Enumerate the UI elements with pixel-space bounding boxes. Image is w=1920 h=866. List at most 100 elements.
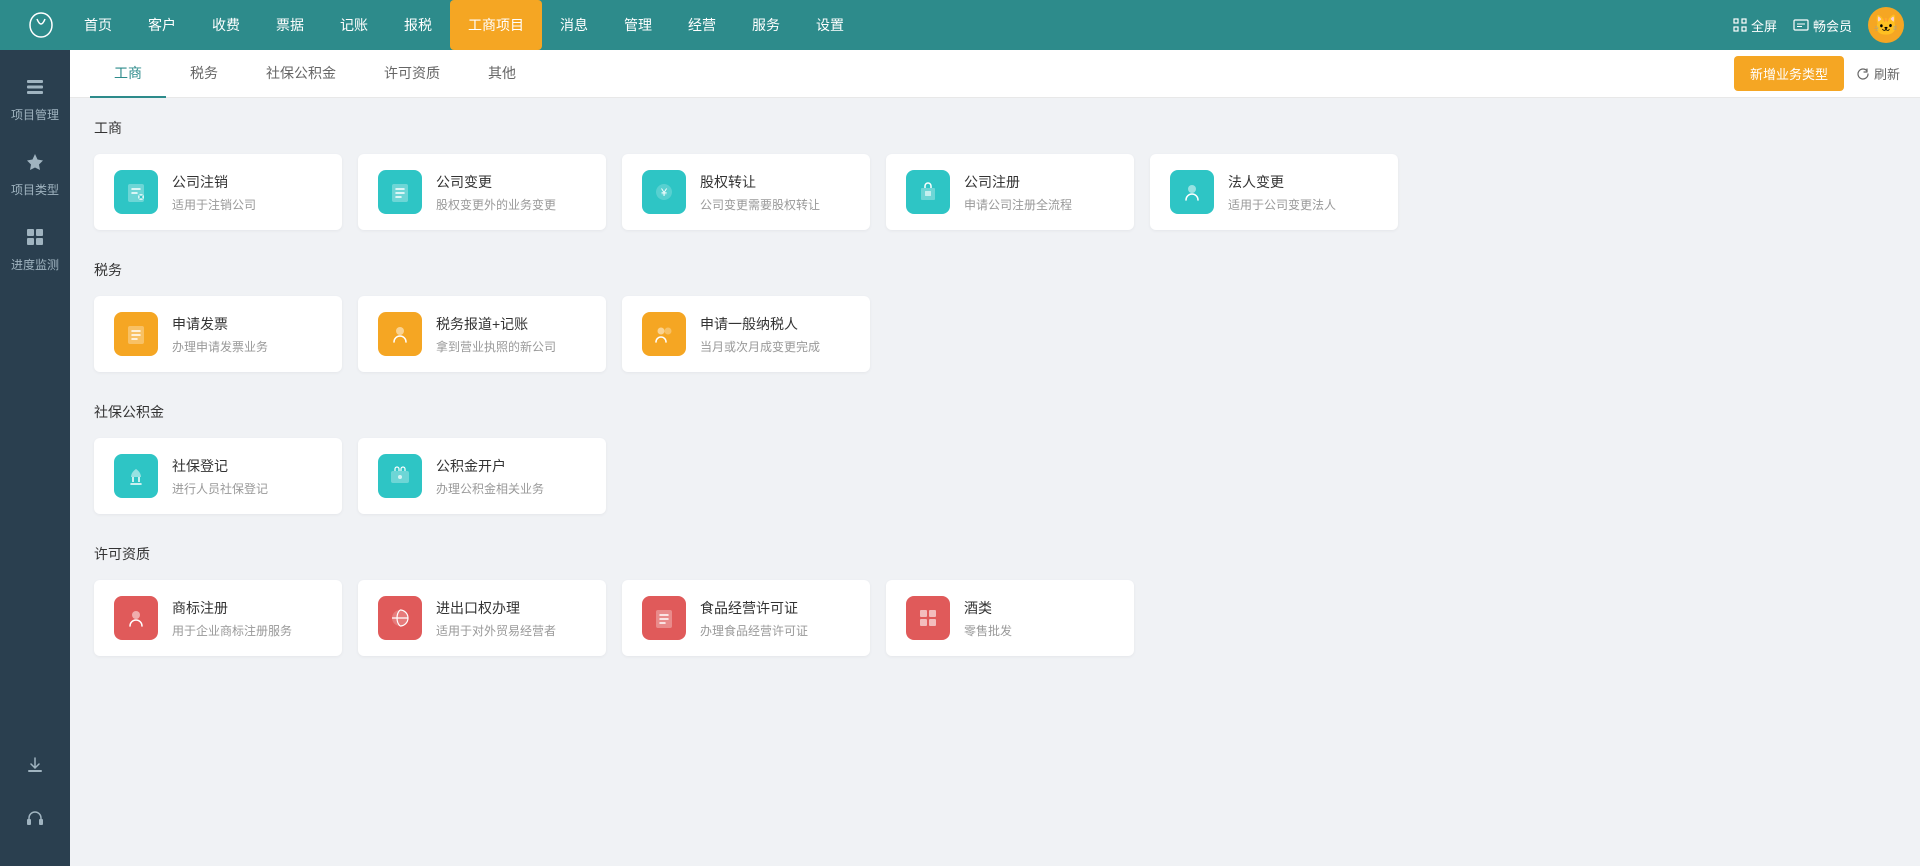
trademark-icon (114, 596, 158, 640)
card-desc-invoice: 办理申请发票业务 (172, 338, 268, 355)
card-trademark[interactable]: 商标注册 用于企业商标注册服务 (94, 580, 342, 656)
card-tax-report[interactable]: 税务报道+记账 拿到营业执照的新公司 (358, 296, 606, 372)
section-title-license: 许可资质 (94, 544, 1896, 564)
top-navigation: 首页 客户 收费 票据 记账 报税 工商项目 消息 管理 经营 服务 设置 全屏… (0, 0, 1920, 50)
nav-settings[interactable]: 设置 (798, 0, 862, 50)
card-invoice[interactable]: 申请发票 办理申请发票业务 (94, 296, 342, 372)
card-info-trademark: 商标注册 用于企业商标注册服务 (172, 598, 292, 639)
logo (16, 0, 66, 50)
food-license-icon (642, 596, 686, 640)
tab-social-insurance[interactable]: 社保公积金 (242, 50, 360, 98)
nav-home[interactable]: 首页 (66, 0, 130, 50)
sidebar-item-progress[interactable]: 进度监测 (0, 210, 70, 285)
content-area: 工商 税务 社保公积金 许可资质 其他 新增业务类型 刷新 工商 (70, 50, 1920, 866)
card-social-register[interactable]: 社保登记 进行人员社保登记 (94, 438, 342, 514)
card-import-export[interactable]: 进出口权办理 适用于对外贸易经营者 (358, 580, 606, 656)
member-button[interactable]: 畅会员 (1793, 16, 1852, 35)
provident-fund-icon (378, 454, 422, 498)
card-title-company-cancel: 公司注销 (172, 172, 256, 192)
card-desc-company-change: 股权变更外的业务变更 (436, 196, 556, 213)
tab-license[interactable]: 许可资质 (360, 50, 464, 98)
section-social: 社保公积金 社保登记 进行人员社保登记 (94, 402, 1896, 514)
nav-service[interactable]: 服务 (734, 0, 798, 50)
card-info-company-change: 公司变更 股权变更外的业务变更 (436, 172, 556, 213)
card-title-food-license: 食品经营许可证 (700, 598, 808, 618)
card-general-taxpayer[interactable]: 申请一般纳税人 当月或次月成变更完成 (622, 296, 870, 372)
nav-operation[interactable]: 经营 (670, 0, 734, 50)
card-equity-transfer[interactable]: ¥ 股权转让 公司变更需要股权转让 (622, 154, 870, 230)
nav-bookkeeping[interactable]: 记账 (322, 0, 386, 50)
sidebar: 项目管理 项目类型 进度监测 (0, 50, 70, 866)
section-license: 许可资质 商标注册 用于企业商标注册服务 (94, 544, 1896, 656)
company-register-icon (906, 170, 950, 214)
card-desc-general-taxpayer: 当月或次月成变更完成 (700, 338, 820, 355)
nav-bills[interactable]: 票据 (258, 0, 322, 50)
cards-grid-tax: 申请发票 办理申请发票业务 税务报道+记账 拿到营业执照的新公司 (94, 296, 1896, 372)
section-title-tax: 税务 (94, 260, 1896, 280)
new-type-button[interactable]: 新增业务类型 (1734, 56, 1844, 91)
card-desc-legal-change: 适用于公司变更法人 (1228, 196, 1336, 213)
card-title-legal-change: 法人变更 (1228, 172, 1336, 192)
company-change-icon (378, 170, 422, 214)
section-tax: 税务 申请发票 办理申请发票业务 (94, 260, 1896, 372)
project-type-icon (20, 147, 50, 177)
tab-industrial[interactable]: 工商 (90, 50, 166, 98)
project-manage-icon (20, 72, 50, 102)
card-desc-import-export: 适用于对外贸易经营者 (436, 622, 556, 639)
progress-icon (20, 222, 50, 252)
card-company-cancel[interactable]: 公司注销 适用于注销公司 (94, 154, 342, 230)
cards-grid-license: 商标注册 用于企业商标注册服务 进出口权办理 适用于对外贸易经营者 (94, 580, 1896, 656)
card-desc-liquor: 零售批发 (964, 622, 1012, 639)
card-provident-fund[interactable]: 公积金开户 办理公积金相关业务 (358, 438, 606, 514)
card-info-food-license: 食品经营许可证 办理食品经营许可证 (700, 598, 808, 639)
sidebar-download[interactable] (0, 738, 70, 792)
download-icon (20, 750, 50, 780)
sidebar-headset[interactable] (0, 792, 70, 846)
import-export-icon (378, 596, 422, 640)
headset-icon (20, 804, 50, 834)
svg-text:¥: ¥ (660, 187, 668, 199)
card-desc-company-cancel: 适用于注销公司 (172, 196, 256, 213)
card-title-import-export: 进出口权办理 (436, 598, 556, 618)
card-info-tax-report: 税务报道+记账 拿到营业执照的新公司 (436, 314, 556, 355)
refresh-button[interactable]: 刷新 (1856, 64, 1900, 83)
card-title-tax-report: 税务报道+记账 (436, 314, 556, 334)
mascot-avatar: 🐱 (1868, 7, 1904, 43)
card-desc-tax-report: 拿到营业执照的新公司 (436, 338, 556, 355)
card-desc-equity-transfer: 公司变更需要股权转让 (700, 196, 820, 213)
main-layout: 项目管理 项目类型 进度监测 (0, 50, 1920, 866)
scroll-content[interactable]: 工商 公司注销 适用于注销公司 (70, 98, 1920, 866)
social-register-icon (114, 454, 158, 498)
nav-customer[interactable]: 客户 (130, 0, 194, 50)
sidebar-item-project-manage[interactable]: 项目管理 (0, 60, 70, 135)
card-info-company-cancel: 公司注销 适用于注销公司 (172, 172, 256, 213)
card-legal-change[interactable]: 法人变更 适用于公司变更法人 (1150, 154, 1398, 230)
liquor-icon (906, 596, 950, 640)
nav-message[interactable]: 消息 (542, 0, 606, 50)
tax-report-icon (378, 312, 422, 356)
nav-fees[interactable]: 收费 (194, 0, 258, 50)
section-title-social: 社保公积金 (94, 402, 1896, 422)
card-title-trademark: 商标注册 (172, 598, 292, 618)
sidebar-item-project-type[interactable]: 项目类型 (0, 135, 70, 210)
tab-other[interactable]: 其他 (464, 50, 540, 98)
card-info-legal-change: 法人变更 适用于公司变更法人 (1228, 172, 1336, 213)
card-company-change[interactable]: 公司变更 股权变更外的业务变更 (358, 154, 606, 230)
nav-tax[interactable]: 报税 (386, 0, 450, 50)
card-liquor[interactable]: 酒类 零售批发 (886, 580, 1134, 656)
tab-tax[interactable]: 税务 (166, 50, 242, 98)
fullscreen-button[interactable]: 全屏 (1733, 16, 1777, 35)
tab-bar: 工商 税务 社保公积金 许可资质 其他 新增业务类型 刷新 (70, 50, 1920, 98)
section-industrial: 工商 公司注销 适用于注销公司 (94, 118, 1896, 230)
card-info-provident-fund: 公积金开户 办理公积金相关业务 (436, 456, 544, 497)
nav-industrial[interactable]: 工商项目 (450, 0, 542, 50)
card-title-provident-fund: 公积金开户 (436, 456, 544, 476)
card-title-invoice: 申请发票 (172, 314, 268, 334)
cards-grid-social: 社保登记 进行人员社保登记 公积金开户 办理公积金相关业务 (94, 438, 1896, 514)
card-food-license[interactable]: 食品经营许可证 办理食品经营许可证 (622, 580, 870, 656)
card-title-company-register: 公司注册 (964, 172, 1072, 192)
sidebar-bottom (0, 738, 70, 866)
nav-manage[interactable]: 管理 (606, 0, 670, 50)
card-title-liquor: 酒类 (964, 598, 1012, 618)
card-company-register[interactable]: 公司注册 申请公司注册全流程 (886, 154, 1134, 230)
